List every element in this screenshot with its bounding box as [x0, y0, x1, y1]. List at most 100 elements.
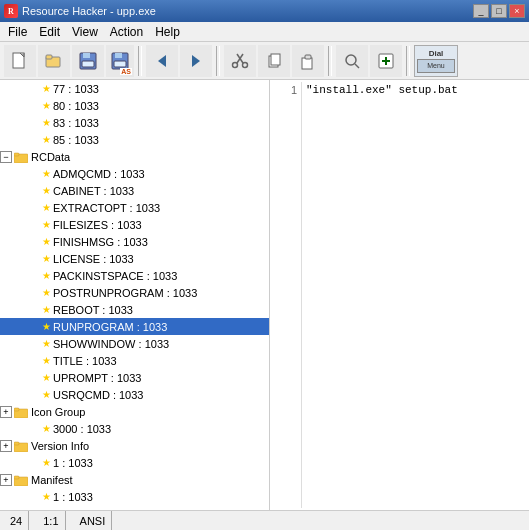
- status-position: 24: [4, 511, 29, 530]
- save-button[interactable]: [72, 45, 104, 77]
- minimize-button[interactable]: _: [473, 4, 489, 18]
- tree-item[interactable]: +Version Info: [0, 437, 269, 454]
- star-icon: ★: [42, 219, 51, 230]
- svg-rect-17: [302, 58, 312, 69]
- tree-item[interactable]: ★LICENSE : 1033: [0, 250, 269, 267]
- tree-item[interactable]: ★ADMQCMD : 1033: [0, 165, 269, 182]
- window-controls[interactable]: _ □ ×: [473, 4, 525, 18]
- menu-bar: File Edit View Action Help: [0, 22, 529, 42]
- svg-line-20: [355, 64, 359, 68]
- paste-button[interactable]: [292, 45, 324, 77]
- svg-rect-4: [83, 53, 90, 58]
- tree-item[interactable]: ★RUNPROGRAM : 1033: [0, 318, 269, 335]
- tree-item-label: Icon Group: [31, 406, 85, 418]
- tree-item[interactable]: ★UPROMPT : 1033: [0, 369, 269, 386]
- collapse-icon[interactable]: −: [0, 151, 12, 163]
- svg-marker-9: [158, 55, 166, 67]
- title-text: Resource Hacker - upp.exe: [22, 5, 469, 17]
- tree-item-label: 83 : 1033: [53, 117, 99, 129]
- tree-item[interactable]: ★TITLE : 1033: [0, 352, 269, 369]
- tree-item[interactable]: ★80 : 1033: [0, 97, 269, 114]
- tree-item[interactable]: ★1 : 1033: [0, 488, 269, 505]
- tree-item[interactable]: ★USRQCMD : 1033: [0, 386, 269, 403]
- tree-item-label: UPROMPT : 1033: [53, 372, 141, 384]
- menu-file[interactable]: File: [2, 22, 33, 41]
- svg-rect-25: [14, 153, 19, 156]
- tree-item[interactable]: ★REBOOT : 1033: [0, 301, 269, 318]
- app-icon: R: [4, 4, 18, 18]
- tree-item[interactable]: ★83 : 1033: [0, 114, 269, 131]
- title-bar: R Resource Hacker - upp.exe _ □ ×: [0, 0, 529, 22]
- tree-item[interactable]: ★77 : 1033: [0, 80, 269, 97]
- tree-item-label: FILESIZES : 1033: [53, 219, 142, 231]
- tree-item[interactable]: ★PACKINSTSPACE : 1033: [0, 267, 269, 284]
- cut-button[interactable]: [224, 45, 256, 77]
- star-icon: ★: [42, 185, 51, 196]
- close-button[interactable]: ×: [509, 4, 525, 18]
- star-icon: ★: [42, 253, 51, 264]
- svg-point-19: [346, 55, 356, 65]
- expand-icon[interactable]: +: [0, 440, 12, 452]
- tree-item-label: PACKINSTSPACE : 1033: [53, 270, 177, 282]
- expand-icon[interactable]: +: [0, 406, 12, 418]
- folder-icon: [14, 474, 28, 486]
- star-icon: ★: [42, 83, 51, 94]
- tree-item-label: 1 : 1033: [53, 491, 93, 503]
- open-button[interactable]: [38, 45, 70, 77]
- tree-item[interactable]: + Icon Group: [0, 403, 269, 420]
- star-icon: ★: [42, 389, 51, 400]
- star-icon: ★: [42, 236, 51, 247]
- tree-item-label: USRQCMD : 1033: [53, 389, 143, 401]
- tree-item-label: REBOOT : 1033: [53, 304, 133, 316]
- star-icon: ★: [42, 134, 51, 145]
- status-line-col: 1:1: [37, 511, 65, 530]
- line-numbers: 1: [272, 82, 302, 508]
- maximize-button[interactable]: □: [491, 4, 507, 18]
- tree-item[interactable]: ★3000 : 1033: [0, 420, 269, 437]
- forward-button[interactable]: [180, 45, 212, 77]
- tree-item[interactable]: − RCData: [0, 148, 269, 165]
- menu-help[interactable]: Help: [149, 22, 186, 41]
- tree-item-label: RCData: [31, 151, 70, 163]
- tree-item-label: CABINET : 1033: [53, 185, 134, 197]
- separator-4: [406, 46, 410, 76]
- star-icon: ★: [42, 100, 51, 111]
- tree-item-label: 77 : 1033: [53, 83, 99, 95]
- tree-item[interactable]: ★85 : 1033: [0, 131, 269, 148]
- editor-panel: 1 "install.exe" setup.bat: [270, 80, 529, 510]
- folder-icon: [14, 151, 28, 163]
- tree-item[interactable]: ★1 : 1033: [0, 454, 269, 471]
- back-button[interactable]: [146, 45, 178, 77]
- tree-item[interactable]: ★FINISHMSG : 1033: [0, 233, 269, 250]
- status-encoding: ANSI: [74, 511, 113, 530]
- tree-item[interactable]: ★FILESIZES : 1033: [0, 216, 269, 233]
- star-icon: ★: [42, 202, 51, 213]
- star-icon: ★: [42, 457, 51, 468]
- status-bar: 24 1:1 ANSI: [0, 510, 529, 530]
- tree-item-label: 3000 : 1033: [53, 423, 111, 435]
- tree-item-label: POSTRUNPROGRAM : 1033: [53, 287, 197, 299]
- tree-item[interactable]: ★CABINET : 1033: [0, 182, 269, 199]
- star-icon: ★: [42, 270, 51, 281]
- dialog-button[interactable]: Dial Menu: [414, 45, 458, 77]
- search-button[interactable]: [336, 45, 368, 77]
- svg-point-14: [243, 62, 248, 67]
- tree-item-label: 85 : 1033: [53, 134, 99, 146]
- star-icon: ★: [42, 321, 51, 332]
- menu-edit[interactable]: Edit: [33, 22, 66, 41]
- tree-panel[interactable]: ★77 : 1033★80 : 1033★83 : 1033★85 : 1033…: [0, 80, 270, 510]
- tree-item[interactable]: ★POSTRUNPROGRAM : 1033: [0, 284, 269, 301]
- tree-item[interactable]: ★SHOWWINDOW : 1033: [0, 335, 269, 352]
- tree-item-label: TITLE : 1033: [53, 355, 117, 367]
- tree-item[interactable]: +Manifest: [0, 471, 269, 488]
- svg-marker-10: [192, 55, 200, 67]
- add-resource-button[interactable]: [370, 45, 402, 77]
- save-as-button[interactable]: AS: [106, 45, 134, 77]
- svg-rect-7: [115, 53, 122, 58]
- menu-view[interactable]: View: [66, 22, 104, 41]
- tree-item[interactable]: ★EXTRACTOPT : 1033: [0, 199, 269, 216]
- expand-icon[interactable]: +: [0, 474, 12, 486]
- menu-action[interactable]: Action: [104, 22, 149, 41]
- copy-button[interactable]: [258, 45, 290, 77]
- new-button[interactable]: [4, 45, 36, 77]
